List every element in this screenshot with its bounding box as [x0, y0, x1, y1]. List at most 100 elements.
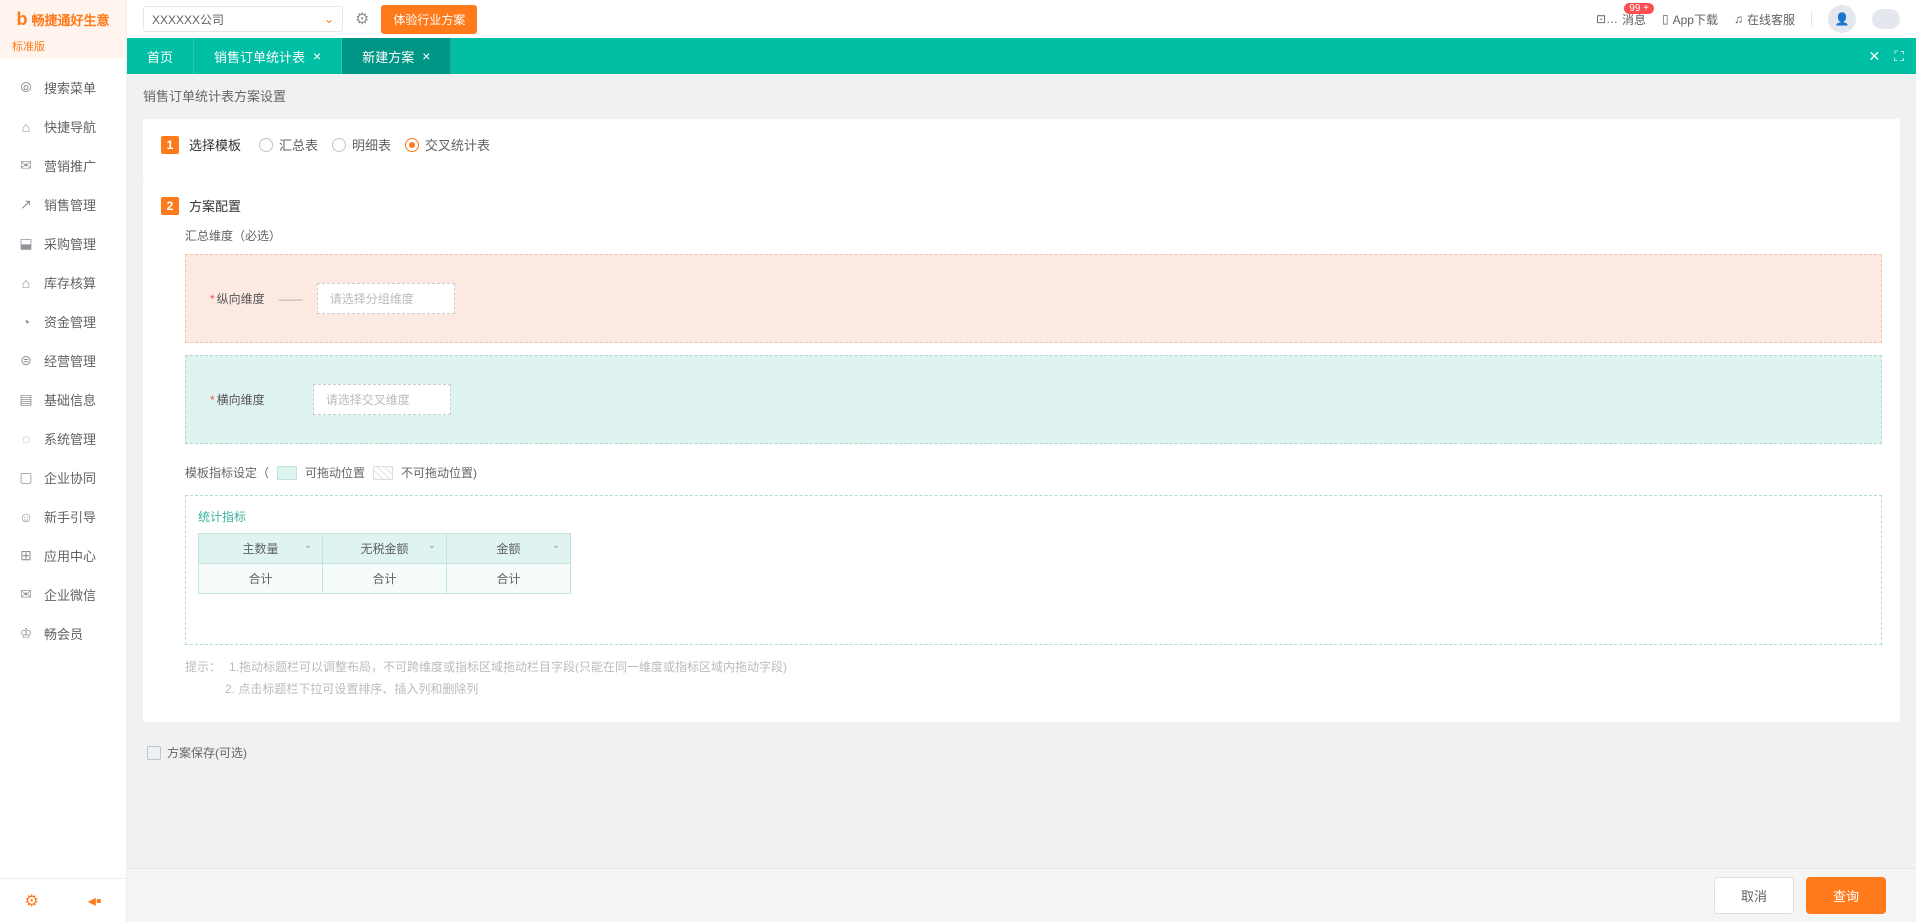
app-download-label: App下载 [1673, 11, 1718, 28]
app-download-link[interactable]: ▯ App下载 [1662, 11, 1718, 28]
nodrag-label: 不可拖动位置) [401, 464, 477, 481]
phone-icon: ▯ [1662, 12, 1669, 26]
radio-label: 明细表 [352, 135, 391, 154]
company-select[interactable]: XXXXXX公司 ⌄ [143, 6, 343, 32]
metric-header-amount[interactable]: 金额⌄ [447, 534, 571, 564]
caret-down-icon: ⌄ [552, 540, 560, 551]
sidebar-item-label: 快捷导航 [44, 117, 96, 136]
step2-header: 2 方案配置 [161, 196, 1882, 215]
search-icon: ⦾ [18, 80, 34, 96]
close-icon[interactable]: × [313, 48, 321, 64]
metric-header-qty[interactable]: 主数量⌄ [199, 534, 323, 564]
tab-label: 新建方案 [362, 47, 414, 66]
save-option-row[interactable]: 方案保存(可选) [143, 736, 1900, 769]
collab-icon: ▢ [18, 470, 34, 486]
close-all-icon[interactable]: ✕ [1868, 48, 1880, 65]
topbar: XXXXXX公司 ⌄ ⚙ 体验行业方案 ⊡… 消息 99 + ▯ App下载 ♫… [127, 0, 1916, 38]
sidebar-item-purchase[interactable]: ⬓采购管理 [0, 224, 126, 263]
tab-home[interactable]: 首页 [127, 38, 194, 74]
system-icon: ◌ [18, 431, 34, 447]
dash-icon: —— [279, 292, 303, 306]
stats-title: 统计指标 [198, 508, 1869, 525]
step-title: 选择模板 [189, 135, 241, 154]
sidebar-item-finance[interactable]: ◔资金管理 [0, 302, 126, 341]
topbar-right: ⊡… 消息 99 + ▯ App下载 ♫ 在线客服 👤 [1596, 5, 1900, 33]
panel-step2: 2 方案配置 汇总维度（必选） *纵向维度 —— 请选择分组维度 *横向维度 [143, 180, 1900, 722]
sidebar-item-label: 基础信息 [44, 390, 96, 409]
home-icon: ⌂ [18, 119, 34, 135]
sidebar-item-guide[interactable]: ☺新手引导 [0, 497, 126, 536]
company-name: XXXXXX公司 [152, 11, 224, 28]
sidebar-menu: ⦾ 搜索菜单 ⌂ 快捷导航 ✉营销推广 ↗销售管理 ⬓采购管理 ⌂库存核算 ◔资金管… [0, 58, 126, 878]
radio-label: 交叉统计表 [425, 135, 490, 154]
sidebar-item-operation[interactable]: ⊜经营管理 [0, 341, 126, 380]
sidebar-item-label: 采购管理 [44, 234, 96, 253]
sidebar-item-label: 库存核算 [44, 273, 96, 292]
cancel-button[interactable]: 取消 [1714, 877, 1794, 914]
radio-summary[interactable]: 汇总表 [259, 135, 318, 154]
radio-label: 汇总表 [279, 135, 318, 154]
checkbox-icon[interactable] [147, 746, 161, 760]
sidebar-item-apps[interactable]: ⊞应用中心 [0, 536, 126, 575]
avatar[interactable]: 👤 [1828, 5, 1856, 33]
sidebar-item-marketing[interactable]: ✉营销推广 [0, 146, 126, 185]
sidebar-item-inventory[interactable]: ⌂库存核算 [0, 263, 126, 302]
stats-indicator-box: 统计指标 主数量⌄ 无税金额⌄ 金额⌄ 合计 合计 合计 [185, 495, 1882, 645]
sidebar-item-system[interactable]: ◌系统管理 [0, 419, 126, 458]
radio-icon [332, 138, 346, 152]
message-icon: ⊡… [1596, 12, 1618, 26]
save-option-label: 方案保存(可选) [167, 744, 247, 761]
vertical-dim-input[interactable]: 请选择分组维度 [317, 283, 455, 314]
metric-header-notax[interactable]: 无税金额⌄ [323, 534, 447, 564]
main-area: XXXXXX公司 ⌄ ⚙ 体验行业方案 ⊡… 消息 99 + ▯ App下载 ♫… [127, 0, 1916, 922]
avatar-name-pill[interactable] [1872, 9, 1900, 29]
sidebar-item-label: 销售管理 [44, 195, 96, 214]
content: 销售订单统计表方案设置 1 选择模板 汇总表 明细表 [127, 74, 1916, 868]
sidebar-item-member[interactable]: ♔畅会员 [0, 614, 126, 653]
vertical-dim-box: *纵向维度 —— 请选择分组维度 [185, 254, 1882, 343]
tip-line-2: 2. 点击标题栏下拉可设置排序、插入列和删除列 [225, 682, 478, 696]
tab-actions: ✕ ⛶ [1856, 38, 1916, 74]
gear-icon[interactable]: ⚙ [355, 9, 369, 29]
tips: 提示： 1.拖动标题栏可以调整布局，不可跨维度或指标区域拖动栏目字段(只能在同一… [185, 657, 1882, 700]
sidebar-item-wechat[interactable]: ✉企业微信 [0, 575, 126, 614]
member-icon: ♔ [18, 626, 34, 642]
draggable-swatch [277, 466, 297, 480]
plan-button[interactable]: 体验行业方案 [381, 5, 477, 34]
sidebar-item-search[interactable]: ⦾ 搜索菜单 [0, 68, 126, 107]
tab-label: 首页 [147, 47, 173, 66]
tab-new-plan[interactable]: 新建方案 × [342, 38, 451, 74]
metric-cell: 合计 [323, 564, 447, 594]
horizontal-dim-input[interactable]: 请选择交叉维度 [313, 384, 451, 415]
sidebar-item-label: 搜索菜单 [44, 78, 96, 97]
caret-down-icon: ⌄ [324, 12, 334, 26]
radio-icon [259, 138, 273, 152]
table-header-row: 主数量⌄ 无税金额⌄ 金额⌄ [199, 534, 571, 564]
vertical-dim-label: *纵向维度 [210, 290, 265, 307]
messages-link[interactable]: ⊡… 消息 99 + [1596, 11, 1646, 28]
online-service-link[interactable]: ♫ 在线客服 [1734, 11, 1795, 28]
tab-label: 销售订单统计表 [214, 47, 305, 66]
metric-cell: 合计 [199, 564, 323, 594]
sidebar-item-sales[interactable]: ↗销售管理 [0, 185, 126, 224]
query-button[interactable]: 查询 [1806, 877, 1886, 914]
radio-detail[interactable]: 明细表 [332, 135, 391, 154]
fullscreen-icon[interactable]: ⛶ [1894, 48, 1904, 65]
settings-icon[interactable]: ⚙ [24, 891, 38, 911]
wechat-icon: ✉ [18, 587, 34, 603]
tabbar: 首页 销售订单统计表 × 新建方案 × ✕ ⛶ [127, 38, 1916, 74]
sidebar-item-nav[interactable]: ⌂ 快捷导航 [0, 107, 126, 146]
sidebar-logo: b 畅捷通好生意 [0, 0, 126, 38]
tab-sales-order-report[interactable]: 销售订单统计表 × [194, 38, 342, 74]
sidebar-item-collab[interactable]: ▢企业协同 [0, 458, 126, 497]
message-badge: 99 + [1624, 3, 1654, 14]
close-icon[interactable]: × [422, 48, 430, 64]
divider [1811, 11, 1812, 27]
collapse-icon[interactable]: ◂▪ [88, 891, 102, 911]
template-radio-group: 汇总表 明细表 交叉统计表 [259, 135, 490, 154]
sidebar-item-base[interactable]: ▤基础信息 [0, 380, 126, 419]
guide-icon: ☺ [18, 509, 34, 525]
tips-prefix: 提示： [185, 657, 221, 679]
radio-cross[interactable]: 交叉统计表 [405, 135, 490, 154]
template-setting-label: 模板指标设定（ [185, 464, 269, 481]
